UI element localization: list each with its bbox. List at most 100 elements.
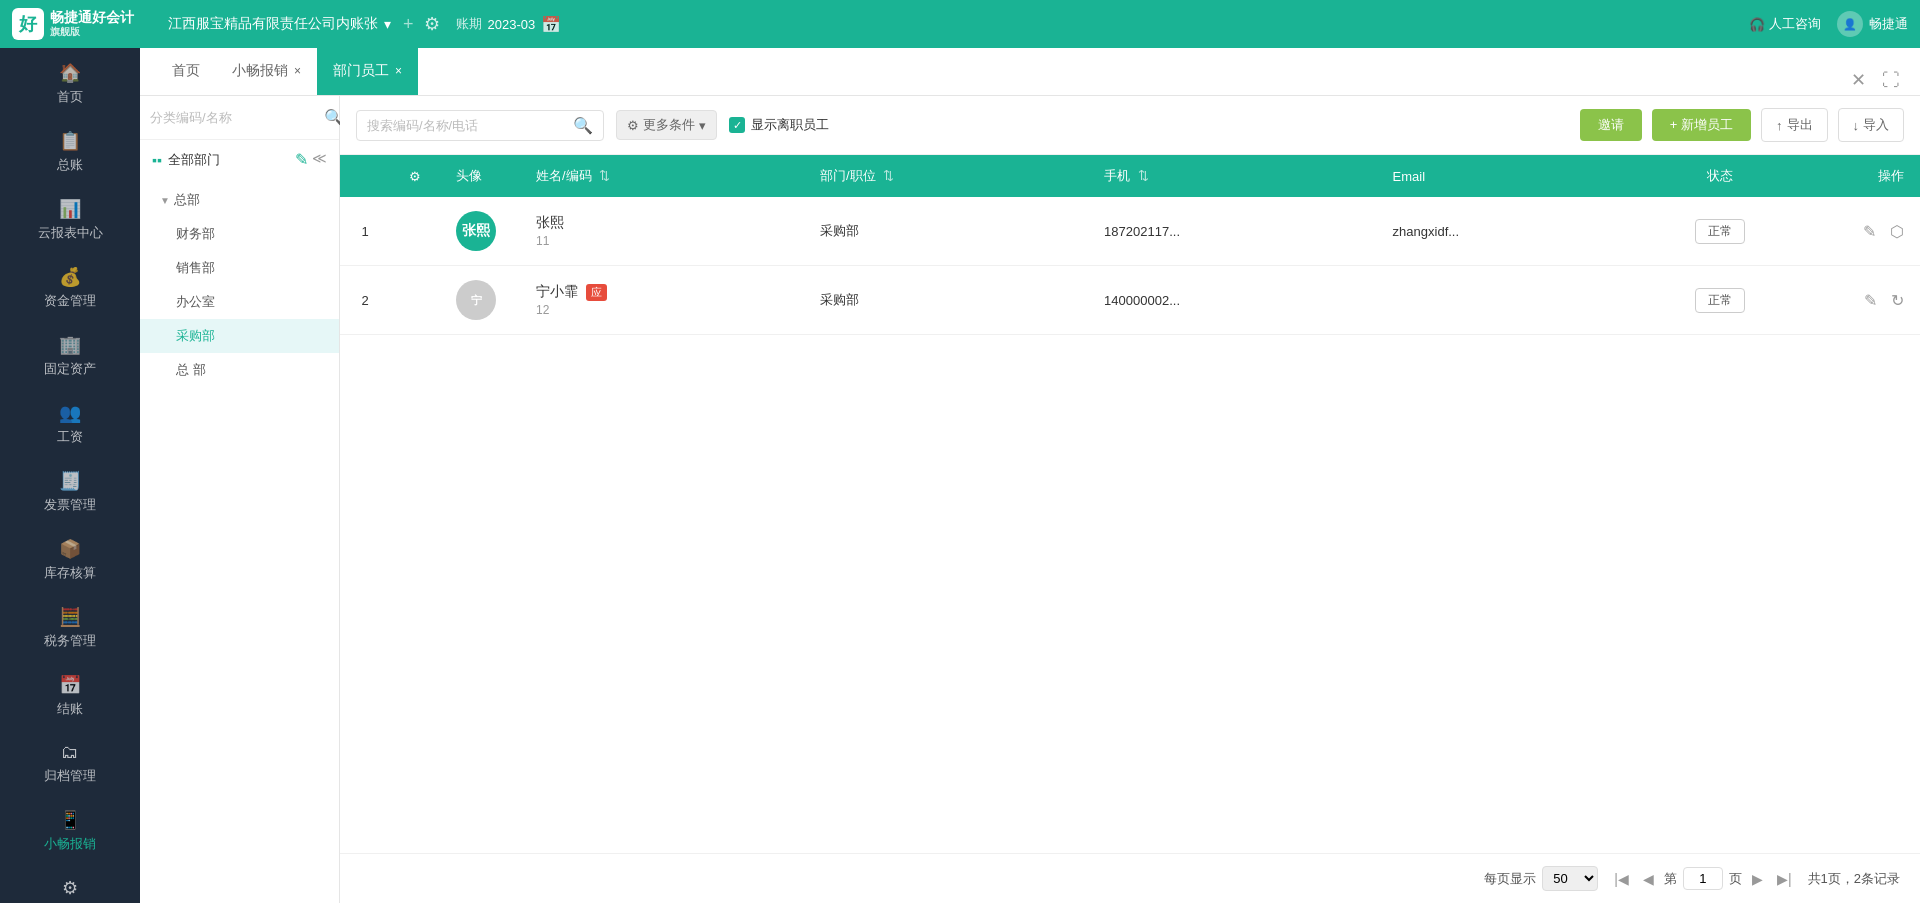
cell-status-2: 正常 [1640,266,1800,335]
tab-bar: 首页 小畅报销 × 部门员工 × ✕ ⛶ [140,48,1920,96]
settings-icon[interactable]: ⚙ [424,13,440,35]
sidebar-item-tax[interactable]: 🧮 税务管理 [0,592,140,660]
tab-home[interactable]: 首页 [156,48,216,95]
headset-icon: 🎧 [1749,17,1765,32]
cell-avatar-1: 张熙 [440,197,520,266]
settings-nav-icon: ⚙ [62,877,78,899]
inventory-icon: 📦 [59,538,81,560]
archive-icon: 🗂 [61,742,79,763]
import-label: 导入 [1863,116,1889,134]
employee-code-2: 12 [536,303,607,317]
employee-search-input[interactable] [367,118,567,133]
dept-item-sales[interactable]: 销售部 [140,251,339,285]
tab-department-close[interactable]: × [395,64,402,78]
prev-page-btn[interactable]: ◀ [1639,869,1658,889]
page-nav: |◀ ◀ 第 页 ▶ ▶| [1610,867,1795,890]
sidebar-label-inventory: 库存核算 [44,564,96,582]
cell-name-1: 张熙 11 [520,197,804,266]
cell-settings-2 [390,266,440,335]
edit-icon-1[interactable]: ✎ [1863,222,1876,241]
home-icon: 🏠 [59,62,81,84]
sidebar-item-invoice[interactable]: 🧾 发票管理 [0,456,140,524]
sidebar-label-salary: 工资 [57,428,83,446]
sidebar-item-expense[interactable]: 📱 小畅报销 [0,795,140,863]
refresh-icon-2[interactable]: ↻ [1891,291,1904,310]
all-dept-label[interactable]: 全部部门 [168,151,289,169]
col-avatar: 头像 [440,155,520,197]
reports-icon: 📊 [59,198,81,220]
add-icon[interactable]: + [403,14,414,35]
sidebar-item-funds[interactable]: 💰 资金管理 [0,252,140,320]
dept-item-general[interactable]: 总 部 [140,353,339,387]
sidebar-item-home[interactable]: 🏠 首页 [0,48,140,116]
col-name[interactable]: 姓名/编码 ⇅ [520,155,804,197]
close-window-btn[interactable]: ✕ [1847,65,1870,95]
app-logo: 好 畅捷通好会计 旗舰版 [12,8,152,40]
calendar-icon[interactable]: 📅 [541,15,561,34]
sort-dept-icon: ⇅ [883,168,894,183]
sidebar-label-reports: 云报表中心 [38,224,103,242]
employee-badge-2: 应 [586,284,607,301]
sidebar-item-salary[interactable]: 👥 工资 [0,388,140,456]
per-page-select[interactable]: 10 20 50 100 [1542,866,1598,891]
status-badge-2: 正常 [1695,288,1745,313]
tab-home-label: 首页 [172,62,200,80]
tab-department[interactable]: 部门员工 × [317,48,418,95]
left-panel: 🔍 ▪▪ 全部部门 ✎ ≪ ▼ 总部 财务部 销售部 [140,96,340,903]
add-employee-button[interactable]: + 新增员工 [1652,109,1751,141]
filter-icon: ⚙ [627,118,639,133]
dept-group-root[interactable]: ▼ 总部 [140,183,339,217]
sidebar-item-inventory[interactable]: 📦 库存核算 [0,524,140,592]
last-page-btn[interactable]: ▶| [1773,869,1796,889]
dept-grid-icon: ▪▪ [152,152,162,168]
col-dept[interactable]: 部门/职位 ⇅ [804,155,1088,197]
tab-expense[interactable]: 小畅报销 × [216,48,317,95]
user-area[interactable]: 👤 畅捷通 [1837,11,1908,37]
show-resigned-toggle[interactable]: ✓ 显示离职员工 [729,116,829,134]
assets-icon: 🏢 [59,334,81,356]
sidebar-item-settings[interactable]: ⚙ 基础设置 [0,863,140,903]
dept-item-finance[interactable]: 财务部 [140,217,339,251]
sidebar-label-ledger: 总账 [57,156,83,174]
cell-dept-2: 采购部 [804,266,1088,335]
sidebar-label-home: 首页 [57,88,83,106]
app-sub: 旗舰版 [50,25,134,39]
cell-phone-1: 187202117... [1088,197,1377,266]
company-selector[interactable]: 江西服宝精品有限责任公司内账张 ▾ [168,15,391,33]
cell-name-2: 宁小霏 应 12 [520,266,804,335]
import-button[interactable]: ↓ 导入 [1838,108,1905,142]
dept-search-input[interactable] [150,110,318,125]
service-button[interactable]: 🎧 人工咨询 [1749,15,1821,33]
col-settings[interactable]: ⚙ [390,155,440,197]
sidebar-item-ledger[interactable]: 📋 总账 [0,116,140,184]
page-number-input[interactable] [1683,867,1723,890]
sidebar-item-assets[interactable]: 🏢 固定资产 [0,320,140,388]
dept-edit-icon[interactable]: ✎ [295,150,308,169]
logout-icon-1[interactable]: ⬡ [1890,222,1904,241]
dept-item-purchase[interactable]: 采购部 [140,319,339,353]
sidebar-item-archive[interactable]: 🗂 归档管理 [0,728,140,795]
sort-phone-icon: ⇅ [1138,168,1149,183]
sidebar-label-archive: 归档管理 [44,767,96,785]
table-row: 2 宁 宁小霏 [340,266,1920,335]
dept-item-office[interactable]: 办公室 [140,285,339,319]
search-submit-icon[interactable]: 🔍 [573,116,593,135]
export-button[interactable]: ↑ 导出 [1761,108,1828,142]
sidebar-item-close[interactable]: 📅 结账 [0,660,140,728]
maximize-btn[interactable]: ⛶ [1878,66,1904,95]
edit-icon-2[interactable]: ✎ [1864,291,1877,310]
filter-button[interactable]: ⚙ 更多条件 ▾ [616,110,717,140]
next-page-btn[interactable]: ▶ [1748,869,1767,889]
sidebar-item-reports[interactable]: 📊 云报表中心 [0,184,140,252]
close-period-icon: 📅 [59,674,81,696]
first-page-btn[interactable]: |◀ [1610,869,1633,889]
invite-button[interactable]: 邀请 [1580,109,1642,141]
tab-expense-close[interactable]: × [294,64,301,78]
resigned-checkbox[interactable]: ✓ [729,117,745,133]
sidebar-label-funds: 资金管理 [44,292,96,310]
dept-collapse-icon[interactable]: ≪ [312,150,327,169]
col-phone[interactable]: 手机 ⇅ [1088,155,1377,197]
export-label: 导出 [1787,116,1813,134]
page-prefix: 第 [1664,870,1677,888]
content-wrapper: 🏠 首页 📋 总账 📊 云报表中心 💰 资金管理 🏢 固定资产 👥 工资 🧾 发… [0,48,1920,903]
